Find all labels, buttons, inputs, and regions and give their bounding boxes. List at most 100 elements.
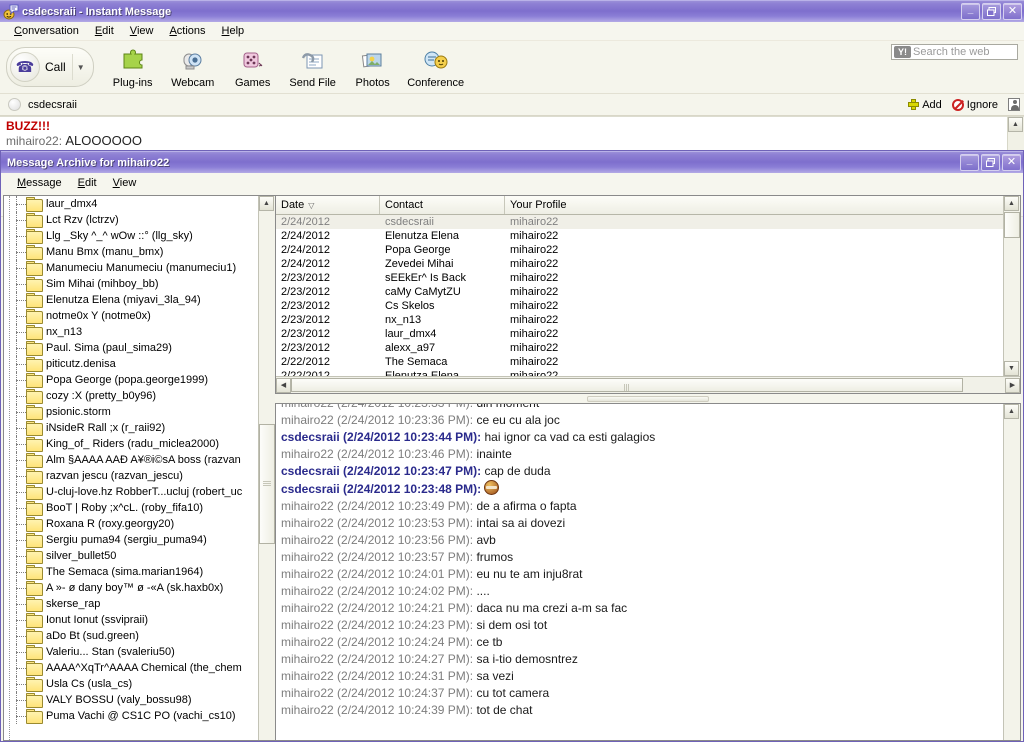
table-row[interactable]: 2/23/2012 Cs Skelos mihairo22 [276,299,1004,313]
tree-item[interactable]: notme0x Y (notme0x) [4,308,259,324]
im-close-button[interactable]: ✕ [1003,3,1022,20]
tree-vertical-scrollbar[interactable]: ▲ [258,196,275,740]
table-row[interactable]: 2/23/2012 laur_dmx4 mihairo22 [276,327,1004,341]
buddy-bar: csdecsraii Add Ignore [0,94,1024,116]
list-scroll-left-arrow[interactable]: ◀ [276,377,291,393]
archive-folder-tree[interactable]: laur_dmx4 Lct Rzv (lctrzv) Llg _Sky ^_^ wO… [4,196,259,740]
table-row[interactable]: 2/24/2012 Zevedei Mihai mihairo22 [276,257,1004,271]
message-vertical-scrollbar[interactable]: ▲ [1003,404,1020,740]
tree-item[interactable]: Paul. Sima (paul_sima29) [4,340,259,356]
tree-item[interactable]: cozy :X (pretty_b0y96) [4,388,259,404]
tree-item[interactable]: laur_dmx4 [4,196,259,212]
tree-scroll-up-arrow[interactable]: ▲ [259,196,274,211]
tree-connector [16,252,26,253]
tree-item[interactable]: Roxana R (roxy.georgy20) [4,516,259,532]
archive-menu-message[interactable]: Message [9,176,70,190]
column-header-your-profile[interactable]: Your Profile [505,196,1020,214]
toolbar-photos[interactable]: Photos [344,46,402,89]
tree-item[interactable]: nx_n13 [4,324,259,340]
menu-actions[interactable]: Actions [161,24,213,38]
list-vertical-scrollbar[interactable]: ▲ ▼ [1003,196,1020,376]
archive-conversation-list[interactable]: Date ▽ Contact Your Profile 2/24/2012 csde… [275,195,1021,394]
table-row[interactable]: 2/23/2012 nx_n13 mihairo22 [276,313,1004,327]
archive-menu-view[interactable]: View [105,176,145,190]
archive-list-rows[interactable]: 2/24/2012 csdecsraii mihairo22 2/24/2012 Ele… [276,215,1004,376]
chevron-down-icon[interactable]: ▼ [73,63,89,72]
im-maximize-button[interactable] [982,3,1001,20]
menu-help[interactable]: Help [214,24,253,38]
message-scroll-up-arrow[interactable]: ▲ [1004,404,1019,419]
table-row[interactable]: 2/22/2012 The Semaca mihairo22 [276,355,1004,369]
tree-item[interactable]: Usla Cs (usla_cs) [4,676,259,692]
tree-item[interactable]: AAAA^XqTr^AAAA Chemical (the_chem [4,660,259,676]
tree-item[interactable]: U-cluj-love.hz RobberT...ucluj (robert_u… [4,484,259,500]
table-row[interactable]: 2/24/2012 csdecsraii mihairo22 [276,215,1004,229]
profile-icon[interactable] [1008,98,1020,111]
tree-item[interactable]: Ionut Ionut (ssvipraii) [4,612,259,628]
web-search-box[interactable]: Y! Search the web [891,44,1018,60]
archive-message-view[interactable]: mihairo22 (2/24/2012 10:23:33 PM): din m… [275,403,1021,741]
tree-item[interactable]: skerse_rap [4,596,259,612]
list-scroll-up-arrow[interactable]: ▲ [1004,196,1019,211]
table-row[interactable]: 2/23/2012 caMy CaMytZU mihairo22 [276,285,1004,299]
tree-item[interactable]: iNsideR Rall ;x (r_raii92) [4,420,259,436]
tree-item[interactable]: Valeriu... Stan (svaleriu50) [4,644,259,660]
tree-item[interactable]: The Semaca (sima.marian1964) [4,564,259,580]
tree-item[interactable]: Alm §AAAA AAÐ A¥®i©sA boss (razvan [4,452,259,468]
add-buddy-button[interactable]: Add [908,99,942,111]
list-hscroll-thumb[interactable] [291,378,963,392]
tree-item[interactable]: A »- ø dany boy™ ø -«A (sk.haxb0x) [4,580,259,596]
tree-item[interactable]: Puma Vachi @ CS1C PO (vachi_cs10) [4,708,259,724]
archive-splitter[interactable] [275,394,1021,403]
menu-view[interactable]: View [122,24,162,38]
list-scroll-down-arrow[interactable]: ▼ [1004,361,1019,376]
messenger-icon [3,4,19,20]
archive-close-button[interactable]: ✕ [1002,154,1021,171]
tree-item[interactable]: silver_bullet50 [4,548,259,564]
tree-item[interactable]: Manu Bmx (manu_bmx) [4,244,259,260]
tree-item[interactable]: Popa George (popa.george1999) [4,372,259,388]
archive-minimize-button[interactable]: _ [960,154,979,171]
tree-item[interactable]: King_of_ Riders (radu_miclea2000) [4,436,259,452]
tree-item[interactable]: Elenutza Elena (miyavi_3la_94) [4,292,259,308]
list-scroll-right-arrow[interactable]: ▶ [1005,377,1020,393]
ignore-buddy-label: Ignore [966,98,998,111]
toolbar-send-file[interactable]: Send File [284,46,342,89]
tree-scroll-thumb[interactable] [259,424,275,544]
column-header-contact[interactable]: Contact [380,196,505,214]
archive-folder-tree-panel[interactable]: laur_dmx4 Lct Rzv (lctrzv) Llg _Sky ^_^ wO… [3,195,275,741]
im-scroll-up-arrow[interactable]: ▲ [1008,117,1023,132]
toolbar-webcam[interactable]: Webcam [164,46,222,89]
archive-menu-edit[interactable]: Edit [70,176,105,190]
tree-item[interactable]: psionic.storm [4,404,259,420]
table-row[interactable]: 2/24/2012 Popa George mihairo22 [276,243,1004,257]
tree-item[interactable]: piticutz.denisa [4,356,259,372]
im-minimize-button[interactable]: _ [961,3,980,20]
list-horizontal-scrollbar[interactable]: ◀ ▶ [276,376,1020,393]
table-row[interactable]: 2/24/2012 Elenutza Elena mihairo22 [276,229,1004,243]
column-header-date[interactable]: Date ▽ [276,196,380,214]
table-row[interactable]: 2/22/2012 Elenutza Elena mihairo22 [276,369,1004,376]
archive-maximize-button[interactable] [981,154,1000,171]
list-scroll-thumb[interactable] [1004,212,1020,238]
tree-item[interactable]: Llg _Sky ^_^ wOw ::° (llg_sky) [4,228,259,244]
toolbar-games[interactable]: Games [224,46,282,89]
menu-conversation[interactable]: CConversationonversation [6,24,87,38]
tree-item[interactable]: aDo Bt (sud.green) [4,628,259,644]
toolbar-conference[interactable]: Conference [404,46,468,89]
tree-item[interactable]: Sergiu puma94 (sergiu_puma94) [4,532,259,548]
table-row[interactable]: 2/23/2012 alexx_a97 mihairo22 [276,341,1004,355]
ignore-buddy-button[interactable]: Ignore [951,98,998,111]
menu-edit[interactable]: Edit [87,24,122,38]
tree-item[interactable]: Lct Rzv (lctrzv) [4,212,259,228]
call-button[interactable]: ☎ Call ▼ [6,47,94,87]
tree-item[interactable]: razvan jescu (razvan_jescu) [4,468,259,484]
tree-item[interactable]: Manumeciu Manumeciu (manumeciu1) [4,260,259,276]
cell-profile: mihairo22 [510,230,559,242]
tree-item[interactable]: BooT | Roby ;x^cL. (roby_fifa10) [4,500,259,516]
toolbar-plugins[interactable]: Plug-ins [104,46,162,89]
tree-item[interactable]: Sim Mihai (mihboy_bb) [4,276,259,292]
message-header: mihairo22 (2/24/2012 10:24:39 PM): [281,703,477,717]
tree-item[interactable]: VALY BOSSU (valy_bossu98) [4,692,259,708]
table-row[interactable]: 2/23/2012 sEEkEr^ Is Back mihairo22 [276,271,1004,285]
